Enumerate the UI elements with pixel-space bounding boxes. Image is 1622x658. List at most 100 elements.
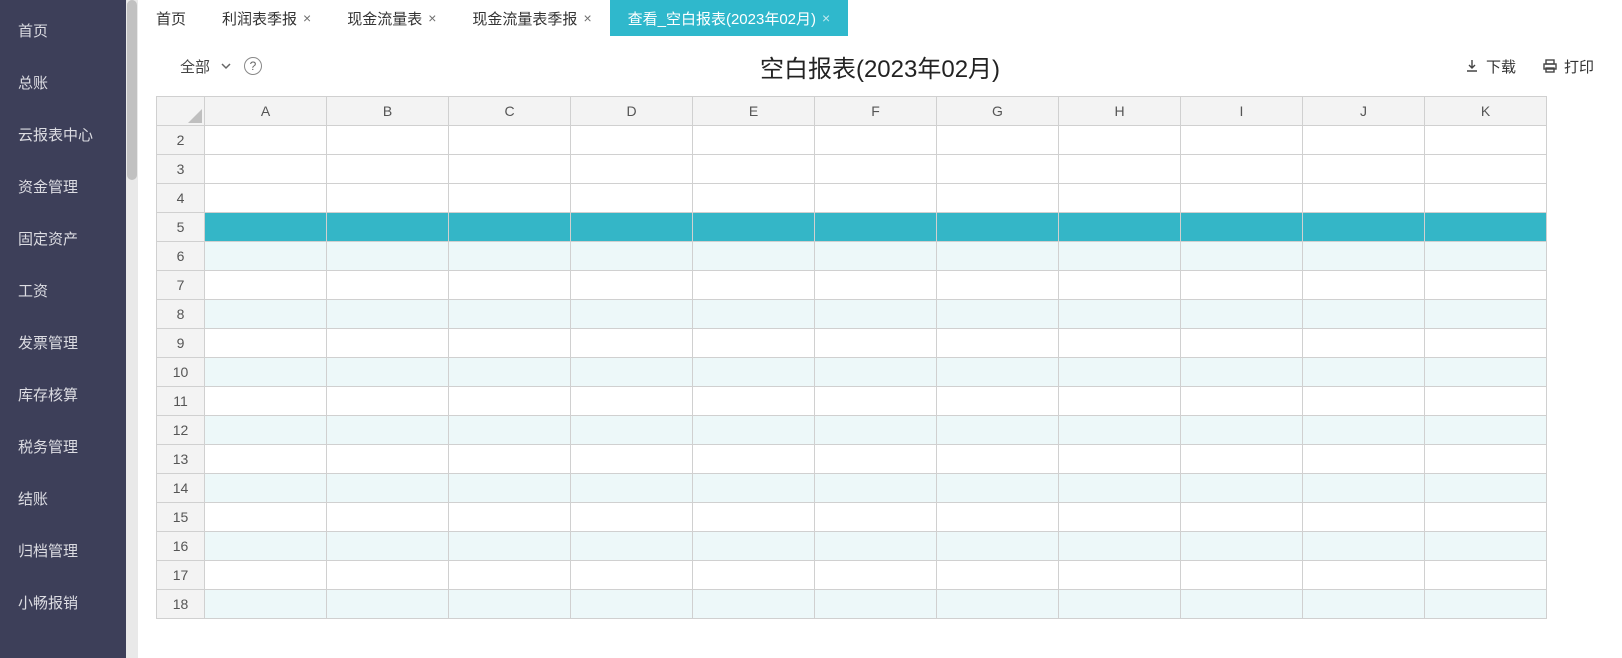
cell-I7[interactable] — [1181, 271, 1303, 300]
sidebar-item-7[interactable]: 库存核算 — [0, 368, 126, 420]
cell-F18[interactable] — [815, 590, 937, 619]
row-header-15[interactable]: 15 — [157, 503, 205, 532]
cell-J13[interactable] — [1303, 445, 1425, 474]
tab-2[interactable]: 现金流量表× — [329, 0, 454, 36]
cell-K10[interactable] — [1425, 358, 1547, 387]
tab-1[interactable]: 利润表季报× — [204, 0, 329, 36]
cell-F2[interactable] — [815, 126, 937, 155]
cell-H7[interactable] — [1059, 271, 1181, 300]
cell-C8[interactable] — [449, 300, 571, 329]
cell-B6[interactable] — [327, 242, 449, 271]
cell-A8[interactable] — [205, 300, 327, 329]
cell-A4[interactable] — [205, 184, 327, 213]
column-header-B[interactable]: B — [327, 97, 449, 126]
cell-H13[interactable] — [1059, 445, 1181, 474]
sidebar-item-4[interactable]: 固定资产 — [0, 212, 126, 264]
sidebar-item-8[interactable]: 税务管理 — [0, 420, 126, 472]
tab-0[interactable]: 首页 — [138, 0, 204, 36]
cell-C11[interactable] — [449, 387, 571, 416]
cell-J17[interactable] — [1303, 561, 1425, 590]
cell-D17[interactable] — [571, 561, 693, 590]
column-header-C[interactable]: C — [449, 97, 571, 126]
sidebar-item-5[interactable]: 工资 — [0, 264, 126, 316]
close-icon[interactable]: × — [583, 10, 591, 26]
cell-A2[interactable] — [205, 126, 327, 155]
row-header-16[interactable]: 16 — [157, 532, 205, 561]
cell-I17[interactable] — [1181, 561, 1303, 590]
cell-E16[interactable] — [693, 532, 815, 561]
cell-G17[interactable] — [937, 561, 1059, 590]
column-header-H[interactable]: H — [1059, 97, 1181, 126]
cell-J10[interactable] — [1303, 358, 1425, 387]
cell-D4[interactable] — [571, 184, 693, 213]
print-button[interactable]: 打印 — [1542, 56, 1594, 77]
cell-I12[interactable] — [1181, 416, 1303, 445]
help-icon[interactable]: ? — [244, 57, 262, 75]
cell-H8[interactable] — [1059, 300, 1181, 329]
cell-C17[interactable] — [449, 561, 571, 590]
cell-F12[interactable] — [815, 416, 937, 445]
cell-F10[interactable] — [815, 358, 937, 387]
cell-B9[interactable] — [327, 329, 449, 358]
cell-J6[interactable] — [1303, 242, 1425, 271]
sidebar-item-9[interactable]: 结账 — [0, 472, 126, 524]
cell-G2[interactable] — [937, 126, 1059, 155]
cell-C3[interactable] — [449, 155, 571, 184]
sidebar-item-3[interactable]: 资金管理 — [0, 160, 126, 212]
cell-G5[interactable] — [937, 213, 1059, 242]
cell-F9[interactable] — [815, 329, 937, 358]
row-header-14[interactable]: 14 — [157, 474, 205, 503]
cell-D11[interactable] — [571, 387, 693, 416]
cell-F13[interactable] — [815, 445, 937, 474]
row-header-5[interactable]: 5 — [157, 213, 205, 242]
cell-B7[interactable] — [327, 271, 449, 300]
cell-J11[interactable] — [1303, 387, 1425, 416]
cell-C5[interactable] — [449, 213, 571, 242]
tab-4[interactable]: 查看_空白报表(2023年02月)× — [610, 0, 849, 36]
column-header-J[interactable]: J — [1303, 97, 1425, 126]
cell-J15[interactable] — [1303, 503, 1425, 532]
cell-G10[interactable] — [937, 358, 1059, 387]
close-icon[interactable]: × — [428, 10, 436, 26]
close-icon[interactable]: × — [822, 10, 830, 26]
cell-J16[interactable] — [1303, 532, 1425, 561]
cell-K4[interactable] — [1425, 184, 1547, 213]
cell-B17[interactable] — [327, 561, 449, 590]
cell-C18[interactable] — [449, 590, 571, 619]
cell-E11[interactable] — [693, 387, 815, 416]
cell-I6[interactable] — [1181, 242, 1303, 271]
cell-A14[interactable] — [205, 474, 327, 503]
cell-C2[interactable] — [449, 126, 571, 155]
cell-B8[interactable] — [327, 300, 449, 329]
cell-I14[interactable] — [1181, 474, 1303, 503]
cell-F16[interactable] — [815, 532, 937, 561]
cell-G16[interactable] — [937, 532, 1059, 561]
cell-A5[interactable] — [205, 213, 327, 242]
cell-D5[interactable] — [571, 213, 693, 242]
cell-B11[interactable] — [327, 387, 449, 416]
cell-K11[interactable] — [1425, 387, 1547, 416]
select-all-corner[interactable] — [157, 97, 205, 126]
cell-C15[interactable] — [449, 503, 571, 532]
cell-K3[interactable] — [1425, 155, 1547, 184]
row-header-6[interactable]: 6 — [157, 242, 205, 271]
cell-K14[interactable] — [1425, 474, 1547, 503]
cell-G4[interactable] — [937, 184, 1059, 213]
cell-A15[interactable] — [205, 503, 327, 532]
cell-C6[interactable] — [449, 242, 571, 271]
cell-H4[interactable] — [1059, 184, 1181, 213]
cell-B14[interactable] — [327, 474, 449, 503]
column-header-G[interactable]: G — [937, 97, 1059, 126]
cell-E10[interactable] — [693, 358, 815, 387]
cell-E18[interactable] — [693, 590, 815, 619]
cell-H14[interactable] — [1059, 474, 1181, 503]
cell-J12[interactable] — [1303, 416, 1425, 445]
sidebar-scrollbar[interactable] — [126, 0, 138, 658]
cell-E3[interactable] — [693, 155, 815, 184]
row-header-11[interactable]: 11 — [157, 387, 205, 416]
cell-K7[interactable] — [1425, 271, 1547, 300]
cell-H18[interactable] — [1059, 590, 1181, 619]
sidebar-item-1[interactable]: 总账 — [0, 56, 126, 108]
cell-C9[interactable] — [449, 329, 571, 358]
cell-F17[interactable] — [815, 561, 937, 590]
